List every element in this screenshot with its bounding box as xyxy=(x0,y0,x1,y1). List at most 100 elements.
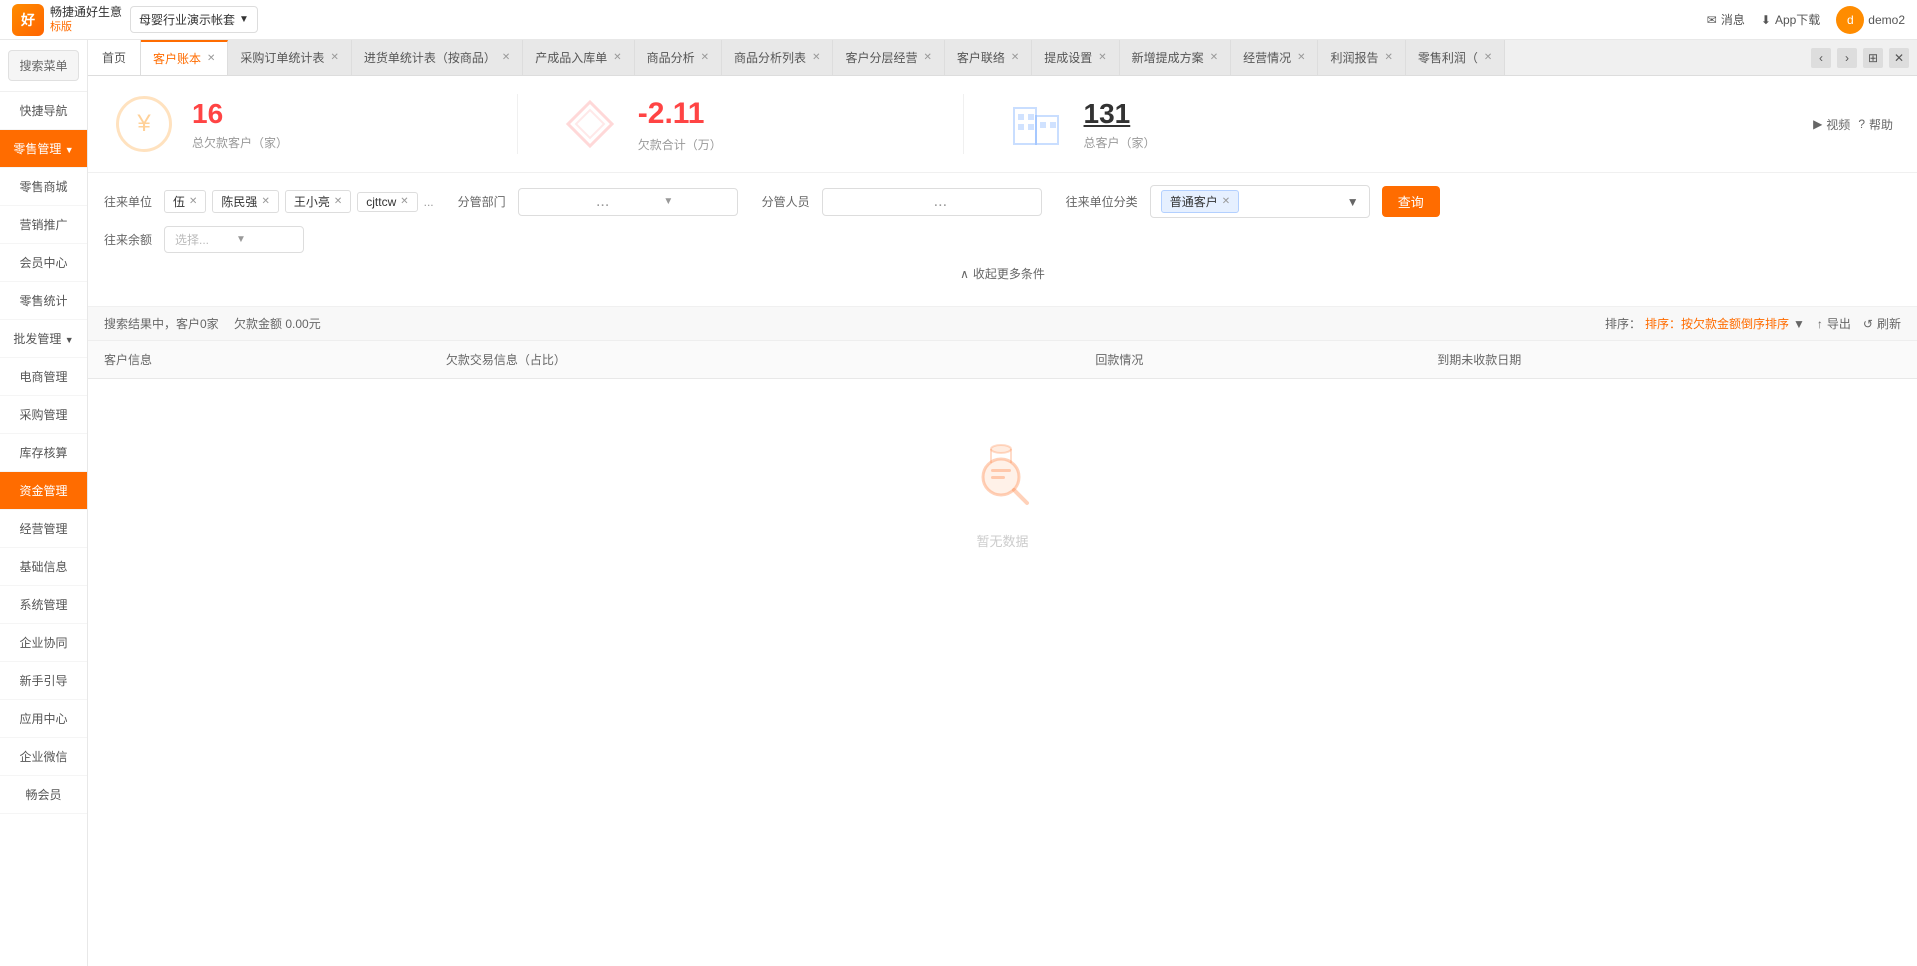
tab-close-icon[interactable]: ✕ xyxy=(1484,52,1492,63)
sidebar-item-ecommerce-mgmt[interactable]: 电商管理 xyxy=(0,358,87,396)
stat-right-btns: ▶ 视频 ? 帮助 xyxy=(1813,116,1893,133)
filter-tag-cjttcw[interactable]: cjttcw ✕ xyxy=(357,192,417,212)
tab-close-icon[interactable]: ✕ xyxy=(812,52,820,63)
filter-tag-wu[interactable]: 伍 ✕ xyxy=(164,190,206,213)
sort-select[interactable]: 排序： 排序：按欠款金额倒序排序 ▼ xyxy=(1605,315,1805,332)
tab-home[interactable]: 首页 xyxy=(88,40,141,76)
tab-next-button[interactable]: › xyxy=(1837,48,1857,68)
tab-profit-report[interactable]: 利润报告 ✕ xyxy=(1318,40,1405,76)
dept-filter-select[interactable]: ... ▼ xyxy=(518,188,738,216)
tab-close-all-button[interactable]: ✕ xyxy=(1889,48,1909,68)
sidebar-item-vip-member[interactable]: 畅会员 xyxy=(0,776,87,814)
sidebar-item-quick-nav[interactable]: 快捷导航 xyxy=(0,92,87,130)
category-filter-label: 往来单位分类 xyxy=(1066,193,1138,210)
help-button[interactable]: ? 帮助 xyxy=(1858,116,1893,133)
dots-icon[interactable]: ... xyxy=(596,193,659,211)
refresh-button[interactable]: ↺ 刷新 xyxy=(1863,315,1901,332)
video-button[interactable]: ▶ 视频 xyxy=(1813,116,1850,133)
app-download-button[interactable]: ⬇ App下载 xyxy=(1761,11,1820,28)
chevron-down-icon: ▼ xyxy=(1793,317,1805,331)
tab-retail-profit[interactable]: 零售利润（ ✕ xyxy=(1406,40,1505,76)
chevron-down-icon: ▼ xyxy=(1347,195,1359,209)
stat-value-total-customers: 131 xyxy=(1084,97,1156,131)
category-filter-select[interactable]: 普通客户 ✕ ▼ xyxy=(1150,185,1370,218)
tab-close-icon[interactable]: ✕ xyxy=(207,53,215,64)
tab-close-icon[interactable]: ✕ xyxy=(1098,52,1106,63)
sidebar-item-new-guide[interactable]: 新手引导 xyxy=(0,662,87,700)
tab-close-icon[interactable]: ✕ xyxy=(613,52,621,63)
filter-tag-chen[interactable]: 陈民强 ✕ xyxy=(212,190,278,213)
tab-customer-tier[interactable]: 客户分层经营 ✕ xyxy=(833,40,944,76)
sidebar-item-retail-mall[interactable]: 零售商城 xyxy=(0,168,87,206)
tab-close-icon[interactable]: ✕ xyxy=(1210,52,1218,63)
sidebar-item-retail-mgmt[interactable]: 零售管理 ▼ xyxy=(0,130,87,168)
logo-text: 畅捷通好生意 标版 xyxy=(50,5,122,35)
data-table: 客户信息 欠款交易信息（占比） 回款情况 到期未收款日期 xyxy=(88,341,1917,379)
sidebar-item-basic-info[interactable]: 基础信息 xyxy=(0,548,87,586)
filter-more-button[interactable]: ... xyxy=(424,195,434,209)
tag-remove-icon[interactable]: ✕ xyxy=(189,196,197,207)
message-button[interactable]: ✉ 消息 xyxy=(1707,11,1745,28)
tab-close-icon[interactable]: ✕ xyxy=(502,52,510,63)
user-avatar[interactable]: d demo2 xyxy=(1836,6,1905,34)
empty-state: 暂无数据 xyxy=(88,379,1917,610)
tag-remove-icon[interactable]: ✕ xyxy=(261,196,269,207)
tab-product-inbound[interactable]: 产成品入库单 ✕ xyxy=(523,40,634,76)
tag-remove-icon[interactable]: ✕ xyxy=(400,196,408,207)
tab-menu-button[interactable]: ⊞ xyxy=(1863,48,1883,68)
collapse-button[interactable]: ∧ 收起更多条件 xyxy=(952,261,1053,286)
tab-close-icon[interactable]: ✕ xyxy=(1385,52,1393,63)
stat-item-debt: -2.11 欠款合计（万） xyxy=(518,92,963,156)
sidebar-item-enterprise-wechat[interactable]: 企业微信 xyxy=(0,738,87,776)
tab-customer-contact[interactable]: 客户联络 ✕ xyxy=(945,40,1032,76)
stats-section: ¥ 16 总欠款客户（家） xyxy=(88,76,1917,173)
tab-close-icon[interactable]: ✕ xyxy=(923,52,931,63)
sidebar-item-enterprise-collab[interactable]: 企业协同 xyxy=(0,624,87,662)
category-tag[interactable]: 普通客户 ✕ xyxy=(1161,190,1239,213)
sidebar-item-member-center[interactable]: 会员中心 xyxy=(0,244,87,282)
chevron-down-icon: ▼ xyxy=(236,234,293,245)
tab-add-mention-plan[interactable]: 新增提成方案 ✕ xyxy=(1120,40,1231,76)
result-actions: 排序： 排序：按欠款金额倒序排序 ▼ ↑ 导出 ↺ 刷新 xyxy=(1605,315,1901,332)
export-button[interactable]: ↑ 导出 xyxy=(1817,315,1851,332)
tab-prev-button[interactable]: ‹ xyxy=(1811,48,1831,68)
tab-product-analysis[interactable]: 商品分析 ✕ xyxy=(635,40,722,76)
sidebar-item-system-mgmt[interactable]: 系统管理 xyxy=(0,586,87,624)
tab-customer-ledger[interactable]: 客户账本 ✕ xyxy=(141,40,228,76)
tab-close-icon[interactable]: ✕ xyxy=(1011,52,1019,63)
sidebar-item-purchase-mgmt[interactable]: 采购管理 xyxy=(0,396,87,434)
tab-product-analysis-list[interactable]: 商品分析列表 ✕ xyxy=(722,40,833,76)
dots-icon[interactable]: ... xyxy=(934,193,1031,211)
tab-mention-settings[interactable]: 提成设置 ✕ xyxy=(1032,40,1119,76)
download-icon: ⬇ xyxy=(1761,13,1771,27)
play-icon: ▶ xyxy=(1813,117,1822,131)
sidebar-item-ops-mgmt[interactable]: 经营管理 xyxy=(0,510,87,548)
query-button[interactable]: 查询 xyxy=(1382,186,1440,217)
tag-remove-icon[interactable]: ✕ xyxy=(334,196,342,207)
sidebar-item-inventory-check[interactable]: 库存核算 xyxy=(0,434,87,472)
tab-close-icon[interactable]: ✕ xyxy=(701,52,709,63)
search-menu-button[interactable]: 搜索菜单 xyxy=(8,50,79,81)
sidebar-item-retail-stats[interactable]: 零售统计 xyxy=(0,282,87,320)
sidebar-item-wholesale-mgmt[interactable]: 批发管理 ▼ xyxy=(0,320,87,358)
balance-filter-select[interactable]: 选择... ▼ xyxy=(164,226,304,253)
tab-close-icon[interactable]: ✕ xyxy=(330,52,338,63)
sidebar-search-area: 搜索菜单 xyxy=(0,40,87,92)
tab-inbound-stats[interactable]: 进货单统计表（按商品） ✕ xyxy=(352,40,523,76)
top-bar-right: ✉ 消息 ⬇ App下载 d demo2 xyxy=(1707,6,1905,34)
sidebar-item-app-center[interactable]: 应用中心 xyxy=(0,700,87,738)
filter-row-2: 往来余额 选择... ▼ xyxy=(104,226,1901,253)
company-filter-tags: 伍 ✕ 陈民强 ✕ 王小亮 ✕ cjttcw ✕ xyxy=(164,190,434,213)
company-selector[interactable]: 母婴行业演示帐套 ▼ xyxy=(130,6,258,33)
content-area: 首页 客户账本 ✕ 采购订单统计表 ✕ 进货单统计表（按商品） ✕ 产成品入库单… xyxy=(88,40,1917,966)
sidebar-item-finance-mgmt[interactable]: 资金管理 xyxy=(0,472,87,510)
tab-close-icon[interactable]: ✕ xyxy=(1297,52,1305,63)
top-bar-left: 好 畅捷通好生意 标版 母婴行业演示帐套 ▼ xyxy=(12,4,258,36)
tab-business-status[interactable]: 经营情况 ✕ xyxy=(1231,40,1318,76)
tab-purchase-order-stats[interactable]: 采购订单统计表 ✕ xyxy=(228,40,351,76)
avatar-icon: d xyxy=(1836,6,1864,34)
tag-remove-icon[interactable]: ✕ xyxy=(1222,196,1230,207)
filter-tag-wang[interactable]: 王小亮 ✕ xyxy=(285,190,351,213)
person-filter-select[interactable]: ... xyxy=(822,188,1042,216)
sidebar-item-marketing[interactable]: 营销推广 xyxy=(0,206,87,244)
